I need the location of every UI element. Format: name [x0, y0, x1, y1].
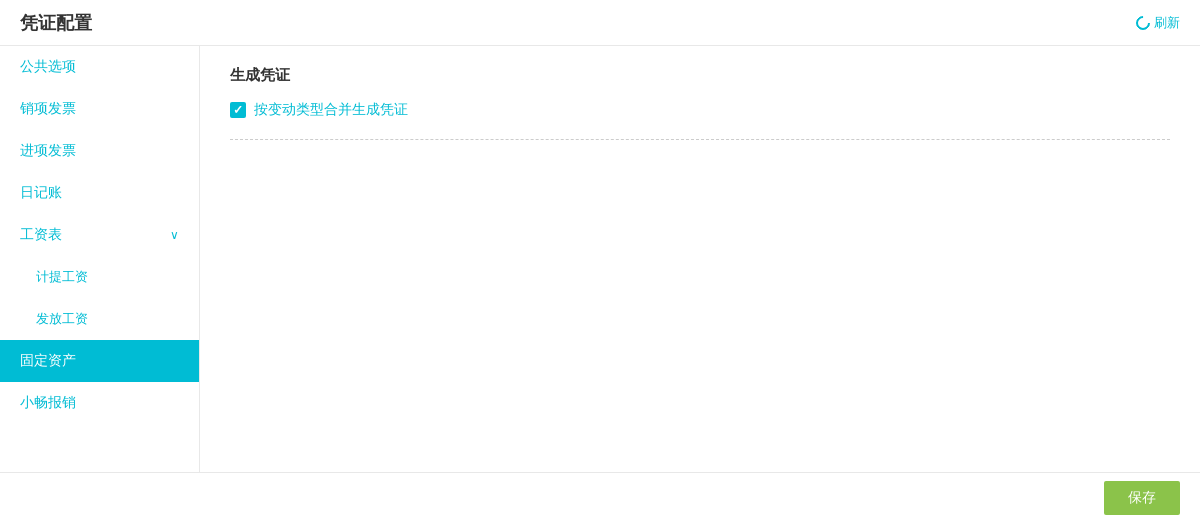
body: 公共选项销项发票进项发票日记账工资表 ∨ 计提工资发放工资固定资产小畅报销 生成凭证…	[0, 46, 1200, 472]
refresh-button[interactable]: 刷新	[1136, 14, 1180, 32]
divider	[230, 139, 1170, 140]
checkbox-row: ✓ 按变动类型合并生成凭证	[230, 101, 1170, 119]
sidebar-item-payroll[interactable]: 工资表 ∨	[0, 214, 199, 256]
sidebar: 公共选项销项发票进项发票日记账工资表 ∨ 计提工资发放工资固定资产小畅报销	[0, 46, 200, 472]
page-title: 凭证配置	[20, 11, 92, 35]
sidebar-item-journal[interactable]: 日记账	[0, 172, 199, 214]
sidebar-item-public[interactable]: 公共选项	[0, 46, 199, 88]
sidebar-item-sales-invoice[interactable]: 销项发票	[0, 88, 199, 130]
sidebar-item-label: 日记账	[20, 184, 62, 202]
sidebar-item-calc-payroll[interactable]: 计提工资	[0, 256, 199, 298]
merge-checkbox[interactable]: ✓	[230, 102, 246, 118]
sidebar-item-label: 销项发票	[20, 100, 76, 118]
footer: 保存	[0, 472, 1200, 522]
sidebar-item-purchase-invoice[interactable]: 进项发票	[0, 130, 199, 172]
main-content: 生成凭证 ✓ 按变动类型合并生成凭证	[200, 46, 1200, 472]
check-mark: ✓	[233, 104, 243, 116]
checkbox-label[interactable]: 按变动类型合并生成凭证	[254, 101, 408, 119]
sidebar-item-expense[interactable]: 小畅报销	[0, 382, 199, 424]
sidebar-item-label: 公共选项	[20, 58, 76, 76]
chevron-down-icon: ∨	[170, 228, 179, 242]
save-button[interactable]: 保存	[1104, 481, 1180, 515]
sidebar-item-label: 工资表	[20, 226, 62, 244]
sidebar-item-label: 计提工资	[36, 268, 88, 286]
sidebar-item-label: 小畅报销	[20, 394, 76, 412]
sidebar-item-label: 固定资产	[20, 352, 76, 370]
refresh-icon	[1133, 13, 1153, 33]
refresh-label: 刷新	[1154, 14, 1180, 32]
header: 凭证配置 刷新	[0, 0, 1200, 46]
page-wrapper: 凭证配置 刷新 公共选项销项发票进项发票日记账工资表 ∨ 计提工资发放工资固定资产小…	[0, 0, 1200, 522]
sidebar-item-pay-payroll[interactable]: 发放工资	[0, 298, 199, 340]
sidebar-item-label: 发放工资	[36, 310, 88, 328]
section-title: 生成凭证	[230, 66, 1170, 85]
sidebar-item-fixed-assets[interactable]: 固定资产	[0, 340, 199, 382]
sidebar-item-label: 进项发票	[20, 142, 76, 160]
